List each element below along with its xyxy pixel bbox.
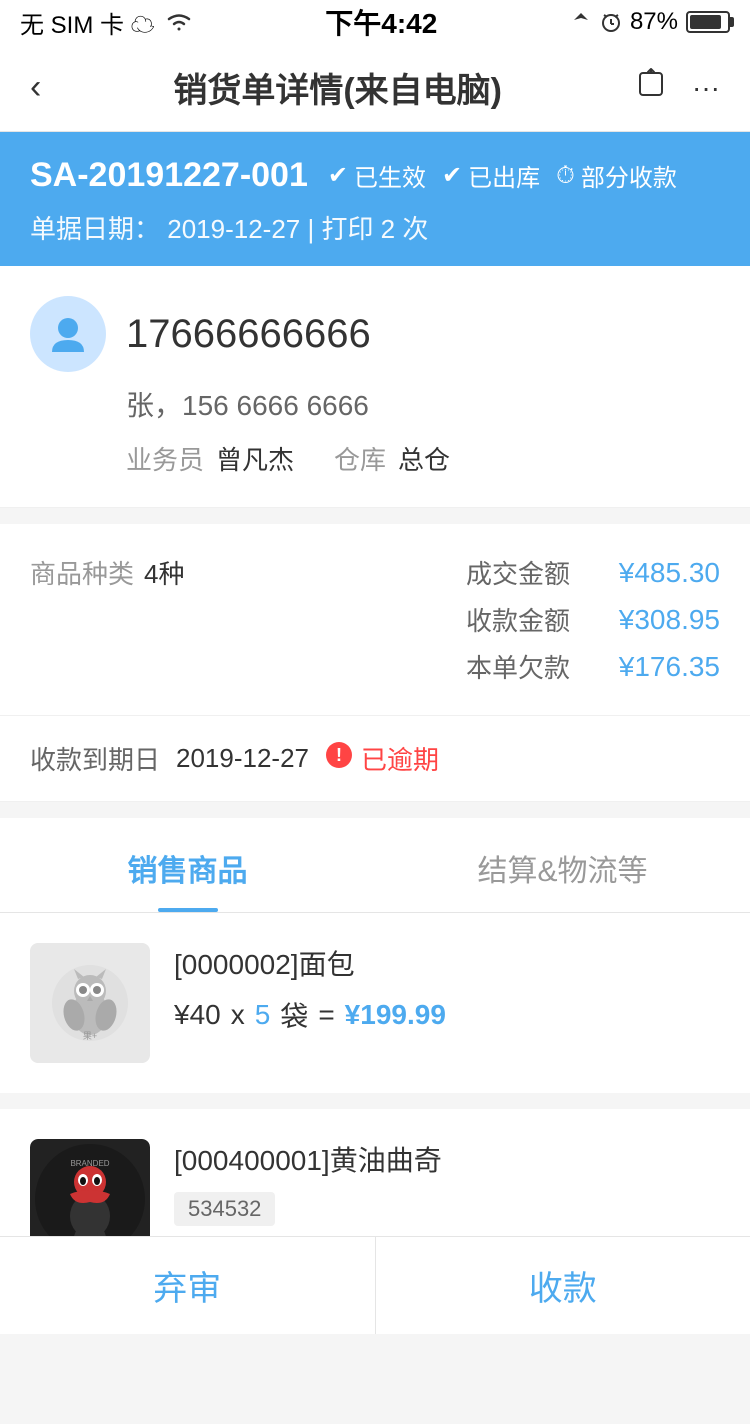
overdue-icon: ! <box>325 741 353 776</box>
svg-text:!: ! <box>336 745 342 765</box>
list-item: 果+ [0000002]面包 ¥40 x 5 袋 = ¥199.99 <box>0 913 750 1093</box>
kinds-label: 商品种类 <box>30 554 134 591</box>
badge-effective: ✔ 已生效 <box>328 158 426 193</box>
summary-amounts: 成交金额 ¥485.30 收款金额 ¥308.95 本单欠款 ¥176.35 <box>466 554 720 685</box>
qty-value: 5 <box>255 999 271 1031</box>
status-right: 87% <box>570 8 730 36</box>
product-name-2: [000400001]黄油曲奇 <box>174 1139 720 1179</box>
summary-kinds-block: 商品种类 4种 <box>30 554 184 591</box>
tab-products[interactable]: 销售商品 <box>0 818 375 912</box>
equals-sign: = <box>318 999 334 1031</box>
badge-partial: ⏱ 部分收款 <box>556 158 677 193</box>
summary-section: 商品种类 4种 成交金额 ¥485.30 收款金额 ¥308.95 本单欠款 ¥… <box>0 524 750 716</box>
tab-settlement[interactable]: 结算&物流等 <box>375 818 750 912</box>
sales-name: 曾凡杰 <box>216 440 294 477</box>
status-time: 下午4:42 <box>325 2 437 42</box>
collect-button[interactable]: 收款 <box>376 1237 750 1334</box>
warehouse-info: 仓库 总仓 <box>334 440 450 477</box>
divider-2 <box>0 802 750 818</box>
base-price: ¥40 <box>174 999 221 1031</box>
svg-text:BRANDED: BRANDED <box>70 1159 109 1168</box>
summary-grid: 商品种类 4种 成交金额 ¥485.30 收款金额 ¥308.95 本单欠款 ¥… <box>30 554 720 685</box>
order-id: SA-20191227-001 <box>30 156 308 195</box>
banner-row-top: SA-20191227-001 ✔ 已生效 ✔ 已出库 ⏱ 部分收款 <box>30 156 720 195</box>
battery-icon <box>686 11 730 33</box>
cancel-button[interactable]: 弃审 <box>0 1237 376 1334</box>
kinds-row: 商品种类 4种 <box>30 554 184 591</box>
page-title: 销货单详情(来自电脑) <box>173 63 502 112</box>
due-label: 收款到期日 <box>30 740 160 777</box>
customer-sub-info: 张，156 6666 6666 <box>126 384 720 424</box>
alarm-icon <box>600 11 622 33</box>
wifi-icon <box>165 11 193 33</box>
debt-label: 本单欠款 <box>466 648 570 685</box>
banner-date-row: 单据日期： 2019-12-27 | 打印 2 次 <box>30 209 720 246</box>
nav-actions: ··· <box>634 67 720 108</box>
status-left: 无 SIM 卡 ☁ <box>20 5 193 40</box>
order-date: 2019-12-27 <box>167 214 300 244</box>
amount-row: 成交金额 ¥485.30 <box>466 554 720 591</box>
location-icon <box>570 11 592 33</box>
overdue-text: 已逾期 <box>361 740 439 777</box>
product-name: [0000002]面包 <box>174 943 720 983</box>
customer-section: 17666666666 张，156 6666 6666 业务员 曾凡杰 仓库 总… <box>0 266 750 508</box>
amount-label: 成交金额 <box>466 554 570 591</box>
receipt-row: 收款金额 ¥308.95 <box>466 601 720 638</box>
sales-label: 业务员 <box>126 440 204 477</box>
warehouse-label: 仓库 <box>334 440 386 477</box>
multiply-sign: x <box>231 999 245 1031</box>
badge-shipped: ✔ 已出库 <box>442 158 540 193</box>
more-button[interactable]: ··· <box>692 72 720 104</box>
debt-value: ¥176.35 <box>590 651 720 683</box>
total-price: ¥199.99 <box>345 999 446 1031</box>
price-row: ¥40 x 5 袋 = ¥199.99 <box>174 995 720 1035</box>
banner-badges: ✔ 已生效 ✔ 已出库 ⏱ 部分收款 <box>328 158 677 193</box>
share-button[interactable] <box>634 67 668 108</box>
back-button[interactable]: ‹ <box>30 68 41 107</box>
check2-icon: ✔ <box>442 161 462 190</box>
product-tag: 534532 <box>174 1192 275 1226</box>
customer-info-block: 张，156 6666 6666 业务员 曾凡杰 仓库 总仓 <box>30 384 720 477</box>
header-banner: SA-20191227-001 ✔ 已生效 ✔ 已出库 ⏱ 部分收款 单据日期：… <box>0 132 750 266</box>
kinds-value: 4种 <box>144 554 184 591</box>
due-date-section: 收款到期日 2019-12-27 ! 已逾期 <box>0 716 750 802</box>
warehouse-name: 总仓 <box>398 440 450 477</box>
customer-main-row: 17666666666 <box>30 296 720 372</box>
debt-row: 本单欠款 ¥176.35 <box>466 648 720 685</box>
unit-label: 袋 <box>280 995 308 1035</box>
sales-info: 业务员 曾凡杰 <box>126 440 294 477</box>
receipt-label: 收款金额 <box>466 601 570 638</box>
due-date-value: 2019-12-27 <box>176 743 309 774</box>
battery-percent: 87% <box>630 8 678 36</box>
status-bar: 无 SIM 卡 ☁ 下午4:42 87% <box>0 0 750 44</box>
svg-text:果+: 果+ <box>83 1031 97 1041</box>
clock-icon: ⏱ <box>556 162 575 190</box>
date-label: 单据日期： <box>30 214 160 244</box>
print-info: | 打印 2 次 <box>307 214 428 244</box>
customer-meta: 业务员 曾凡杰 仓库 总仓 <box>126 440 720 477</box>
divider-1 <box>0 508 750 524</box>
product-details: [0000002]面包 ¥40 x 5 袋 = ¥199.99 <box>174 943 720 1035</box>
amount-value: ¥485.30 <box>590 557 720 589</box>
bottom-bar: 弃审 收款 <box>0 1236 750 1334</box>
overdue-badge: ! 已逾期 <box>325 740 439 777</box>
product-thumbnail: 果+ <box>30 943 150 1063</box>
customer-phone: 17666666666 <box>126 312 371 357</box>
receipt-value: ¥308.95 <box>590 604 720 636</box>
check-icon: ✔ <box>328 161 348 190</box>
nav-bar: ‹ 销货单详情(来自电脑) ··· <box>0 44 750 132</box>
tabs-container: 销售商品 结算&物流等 <box>0 818 750 913</box>
avatar <box>30 296 106 372</box>
signal-text: 无 SIM 卡 ☁ <box>20 5 155 40</box>
